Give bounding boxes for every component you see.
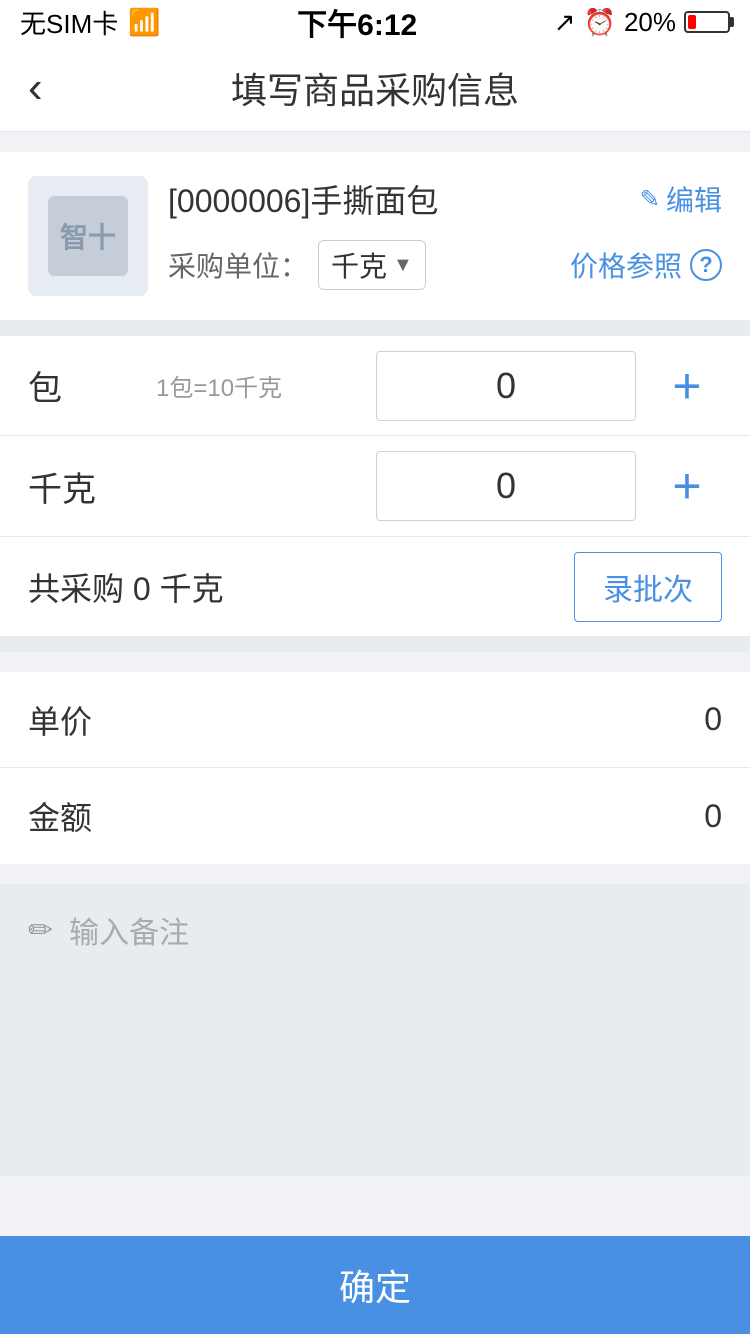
battery-body	[684, 11, 730, 33]
back-button[interactable]: ‹	[28, 66, 43, 110]
product-logo-text: 智十	[60, 216, 116, 256]
amount-row: 金额 0	[0, 768, 750, 864]
kg-input-control: 0 +	[148, 451, 722, 521]
status-right: ↗ ⏰ 20%	[554, 7, 730, 38]
summary-unit: 千克	[160, 571, 224, 607]
amount-label: 金额	[28, 793, 92, 839]
product-image: 智十	[28, 176, 148, 296]
product-name: [0000006]手撕面包	[168, 176, 438, 222]
unit-price-label: 单价	[28, 697, 92, 743]
status-left: 无SIM卡 📶	[20, 4, 161, 41]
kg-quantity-input[interactable]: 0	[376, 451, 636, 521]
bag-sub-label: 1包=10千克	[156, 368, 282, 403]
confirm-button[interactable]: 确定	[0, 1236, 750, 1334]
alarm-icon: ⏰	[584, 7, 616, 38]
bag-input-row: 包 1包=10千克 0 +	[0, 336, 750, 436]
bag-plus-button[interactable]: +	[652, 351, 722, 421]
edit-icon: ✎	[640, 185, 660, 214]
edit-button[interactable]: ✎ 编辑	[640, 179, 722, 219]
summary-section: 共采购 0 千克 录批次	[0, 536, 750, 636]
battery-fill	[688, 15, 696, 29]
divider-2	[0, 636, 750, 652]
bag-label: 包	[28, 361, 148, 410]
price-ref-button[interactable]: 价格参照 ?	[570, 245, 722, 285]
pencil-icon: ✏	[28, 913, 53, 948]
product-name-row: [0000006]手撕面包 ✎ 编辑	[168, 176, 722, 222]
input-section: 包 1包=10千克 0 + 千克 0 +	[0, 336, 750, 536]
sim-text: 无SIM卡	[20, 4, 118, 41]
note-section[interactable]: ✏ 输入备注	[0, 884, 750, 976]
summary-text: 共采购 0 千克	[28, 564, 224, 610]
kg-input-row: 千克 0 +	[0, 436, 750, 536]
unit-label-text: 采购单位：	[168, 245, 308, 285]
unit-label: 采购单位： 千克 ▼	[168, 240, 426, 290]
price-ref-label: 价格参照	[570, 245, 682, 285]
product-info: [0000006]手撕面包 ✎ 编辑 采购单位： 千克 ▼ 价格参照 ?	[168, 176, 722, 290]
wifi-icon: 📶	[128, 7, 160, 38]
status-time: 下午6:12	[297, 0, 417, 44]
unit-price-row: 单价 0	[0, 672, 750, 768]
note-placeholder: 输入备注	[69, 908, 189, 952]
product-logo: 智十	[48, 196, 128, 276]
price-info-section: 单价 0 金额 0	[0, 672, 750, 864]
location-icon: ↗	[554, 7, 576, 38]
dropdown-arrow-icon: ▼	[393, 254, 413, 277]
unit-price-value: 0	[704, 701, 722, 738]
batch-button[interactable]: 录批次	[574, 552, 722, 622]
bag-input-control: 0 +	[282, 351, 722, 421]
help-icon: ?	[690, 249, 722, 281]
edit-label: 编辑	[666, 179, 722, 219]
divider-1	[0, 320, 750, 336]
page-title: 填写商品采购信息	[231, 62, 519, 114]
amount-value: 0	[704, 798, 722, 835]
content-filler	[0, 976, 750, 1176]
battery-percent: 20%	[624, 7, 676, 38]
summary-quantity: 0	[133, 571, 151, 607]
nav-bar: ‹ 填写商品采购信息	[0, 44, 750, 132]
bag-quantity-input[interactable]: 0	[376, 351, 636, 421]
battery-indicator	[684, 11, 730, 33]
kg-plus-button[interactable]: +	[652, 451, 722, 521]
status-bar: 无SIM卡 📶 下午6:12 ↗ ⏰ 20%	[0, 0, 750, 44]
unit-row: 采购单位： 千克 ▼ 价格参照 ?	[168, 240, 722, 290]
kg-label: 千克	[28, 462, 148, 511]
unit-value: 千克	[331, 245, 387, 285]
unit-select[interactable]: 千克 ▼	[318, 240, 426, 290]
product-card: 智十 [0000006]手撕面包 ✎ 编辑 采购单位： 千克 ▼	[0, 152, 750, 320]
